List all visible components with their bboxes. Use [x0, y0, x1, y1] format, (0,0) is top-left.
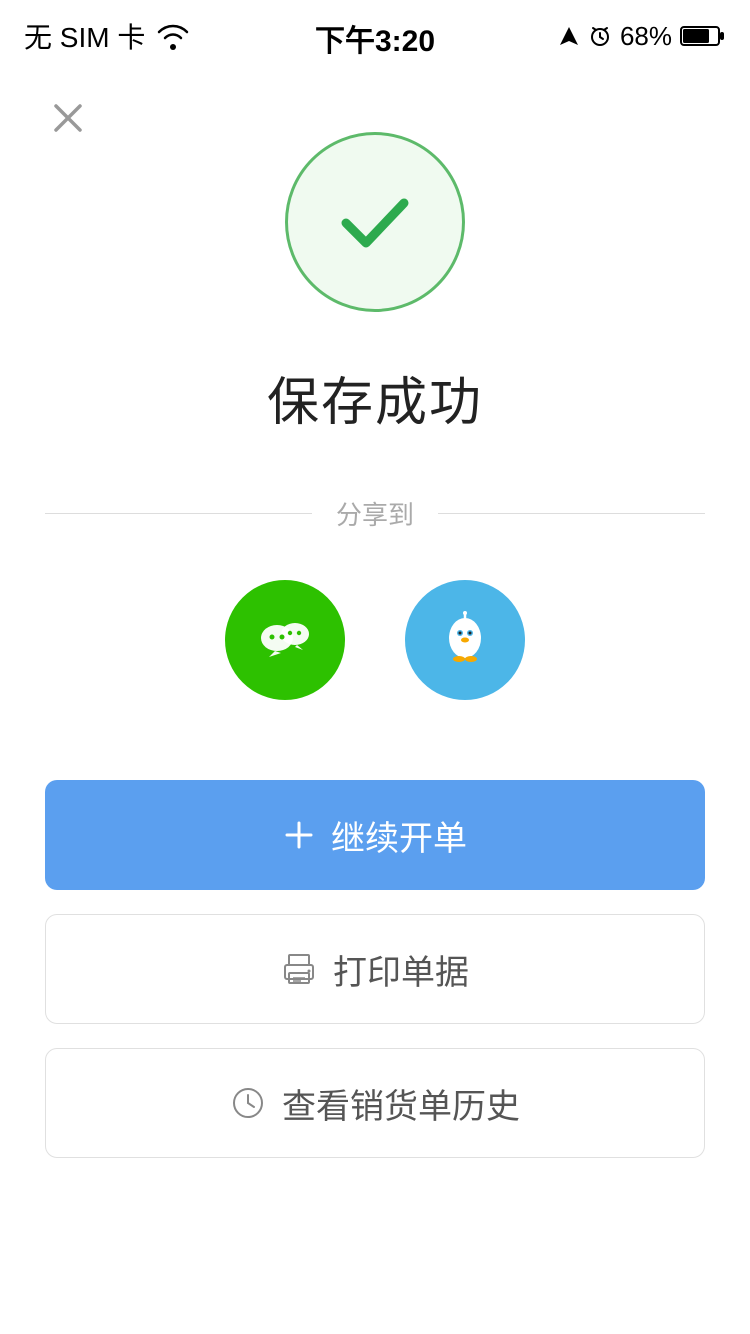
wechat-icon: [249, 604, 321, 676]
battery-text: 68%: [620, 21, 672, 52]
battery-icon: [680, 24, 726, 48]
share-icons-group: [225, 580, 525, 700]
wechat-share-button[interactable]: [225, 580, 345, 700]
plus-icon: [283, 819, 315, 851]
continue-order-button[interactable]: 继续开单: [45, 780, 705, 890]
status-bar: 无 SIM 卡 下午3:20 68%: [0, 0, 750, 72]
print-button[interactable]: 打印单据: [45, 914, 705, 1024]
wifi-icon: [155, 22, 191, 50]
history-icon: [230, 1085, 266, 1121]
history-label: 查看销货单历史: [282, 1079, 520, 1128]
printer-icon: [281, 951, 317, 987]
close-icon: [50, 100, 86, 136]
print-label: 打印单据: [333, 945, 469, 994]
share-label: 分享到: [336, 495, 414, 532]
status-right: 68%: [558, 21, 726, 52]
divider-line-right: [438, 513, 705, 514]
share-divider: 分享到: [45, 495, 705, 532]
success-icon-circle: [285, 132, 465, 312]
action-buttons: 继续开单 打印单据 查看销货单历史: [45, 780, 705, 1158]
status-left: 无 SIM 卡: [24, 16, 191, 56]
continue-order-label: 继续开单: [331, 811, 467, 860]
qq-share-button[interactable]: [405, 580, 525, 700]
history-button[interactable]: 查看销货单历史: [45, 1048, 705, 1158]
success-title: 保存成功: [267, 360, 483, 435]
close-button[interactable]: [40, 90, 96, 146]
qq-icon: [431, 606, 499, 674]
main-content: 保存成功 分享到: [0, 72, 750, 1334]
status-time: 下午3:20: [315, 16, 435, 60]
divider-line-left: [45, 513, 312, 514]
sim-text: 无 SIM 卡: [24, 16, 145, 56]
checkmark-icon: [330, 177, 420, 267]
alarm-icon: [588, 24, 612, 48]
location-icon: [558, 25, 580, 47]
